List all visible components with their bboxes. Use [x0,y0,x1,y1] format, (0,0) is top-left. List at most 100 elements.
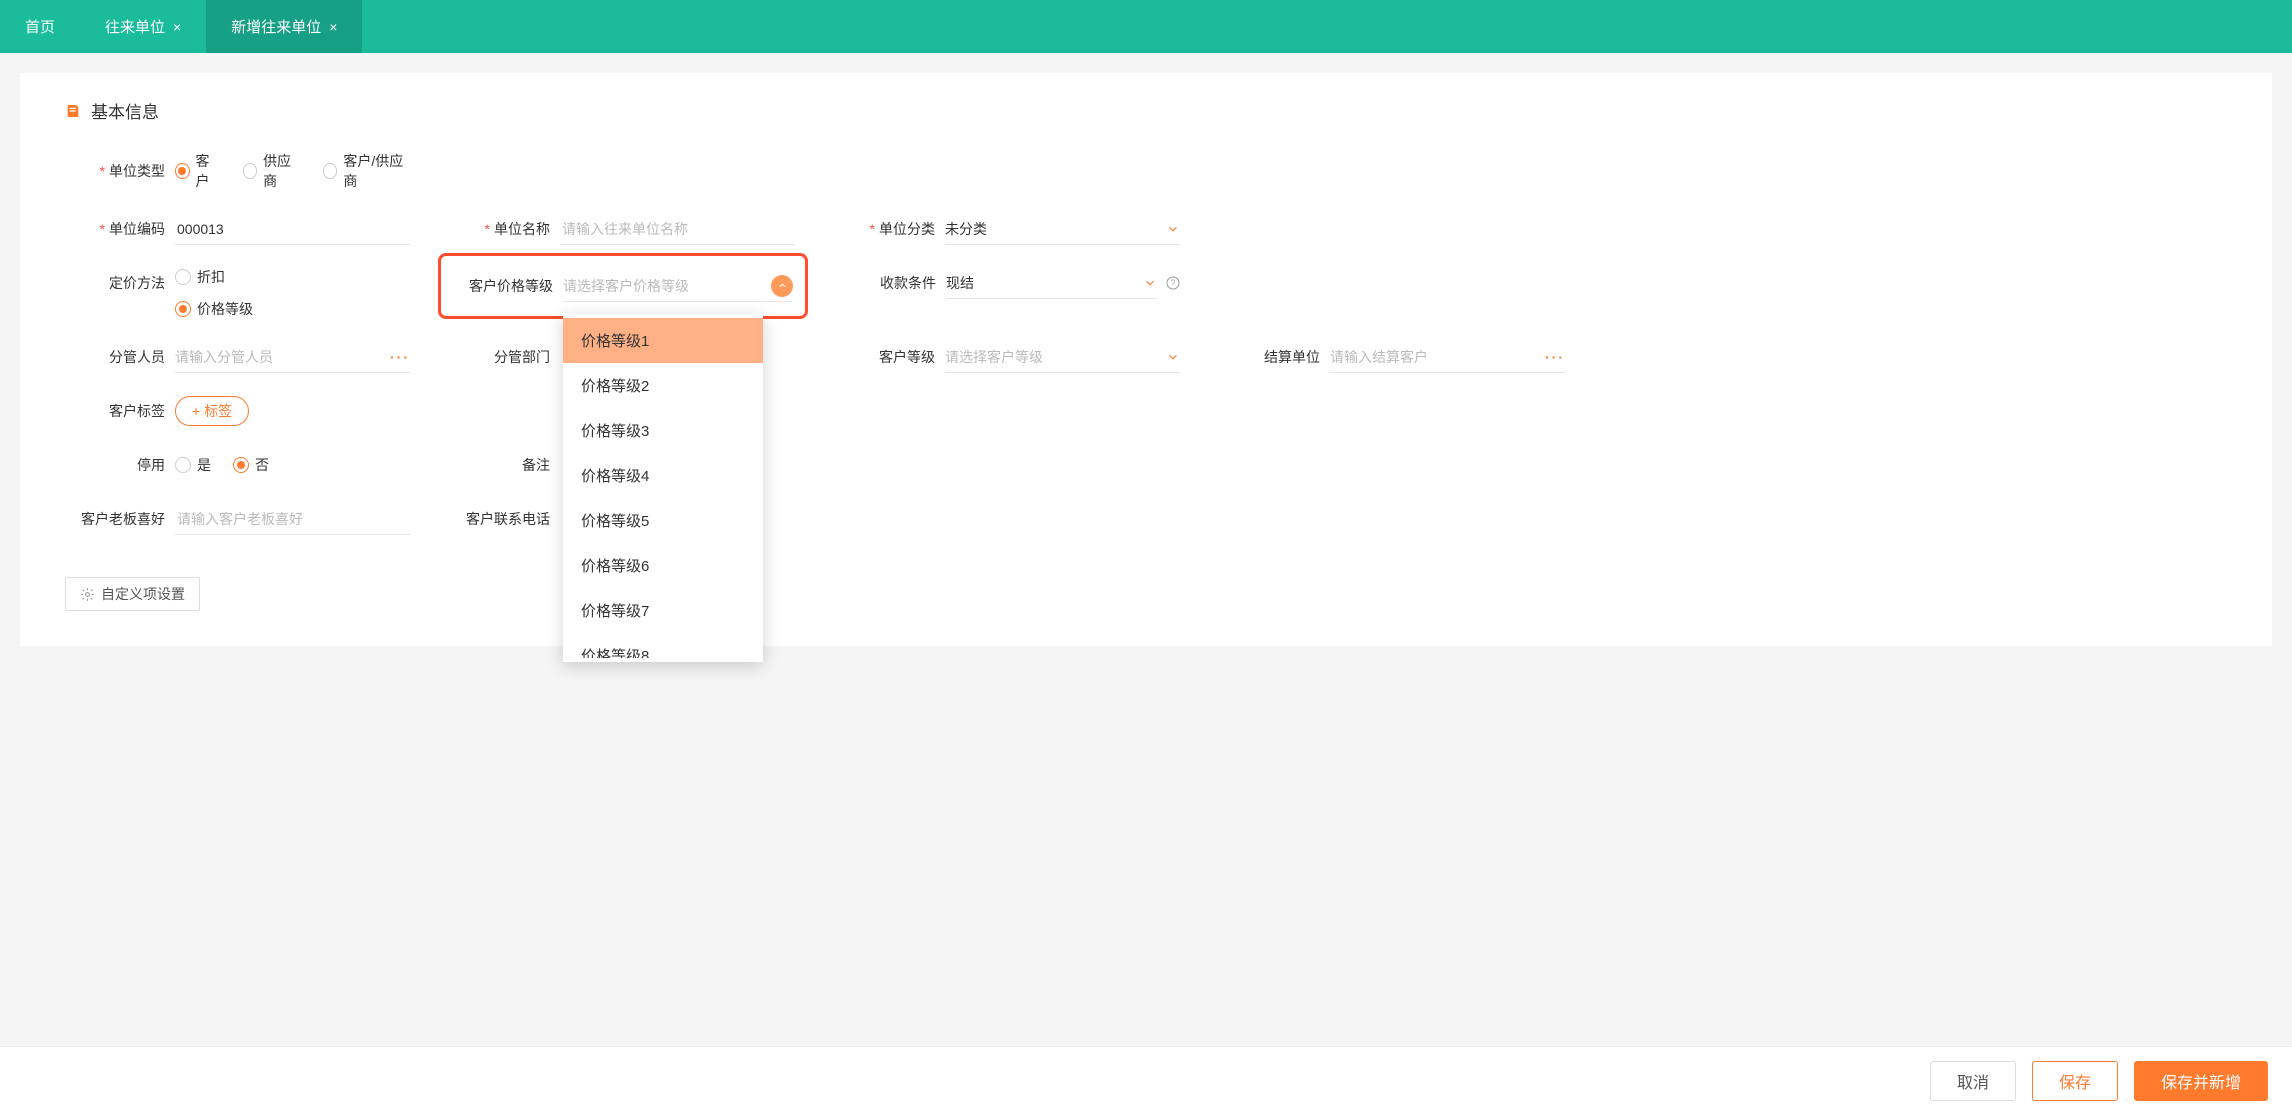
field-cust-tag: 客户标签 + 标签 [65,395,410,427]
dropdown-item[interactable]: 价格等级8 [563,633,763,658]
tab-home[interactable]: 首页 [0,0,80,53]
radio-icon [175,163,190,179]
radio-both[interactable]: 客户/供应商 [323,151,410,191]
close-icon[interactable]: × [173,19,181,35]
chevron-down-icon [1166,350,1180,364]
radio-disabled-yes[interactable]: 是 [175,455,211,475]
help-icon[interactable]: ? [1165,275,1181,291]
dropdown-item[interactable]: 价格等级2 [563,363,763,408]
cust-price-level-placeholder: 请选择客户价格等级 [563,276,689,296]
cancel-label: 取消 [1957,1069,1989,1093]
form-grid: *单位类型 客户 供应商 客户/供应商 [65,151,2227,611]
radio-customer[interactable]: 客户 [175,151,221,191]
field-staff: 分管人员 请输入分管人员 ··· [65,341,410,373]
cust-level-placeholder: 请选择客户等级 [945,347,1043,367]
field-disabled: 停用 是 否 [65,449,410,481]
field-cust-price-level-highlight: 客户价格等级 请选择客户价格等级 价格等级1 价格等级2 价格等级3 [438,253,808,319]
radio-icon [175,269,191,285]
field-settle-unit: 结算单位 请输入结算客户 ··· [1220,341,1565,373]
radio-no-label: 否 [255,455,269,475]
footer-bar: 取消 保存 保存并新增 [0,1046,2292,1114]
label-cust-phone: 客户联系电话 [466,511,550,527]
dropdown-item[interactable]: 价格等级6 [563,543,763,588]
save-new-label: 保存并新增 [2161,1069,2241,1093]
field-unit-code: *单位编码 [65,213,410,245]
radio-icon [175,301,191,317]
dropdown-item[interactable]: 价格等级3 [563,408,763,453]
settle-unit-placeholder: 请输入结算客户 [1330,347,1428,367]
tab-bar: 首页 往来单位 × 新增往来单位 × [0,0,2292,53]
gear-icon [80,587,95,602]
radio-icon [243,163,258,179]
field-unit-name: *单位名称 [450,213,795,245]
field-unit-type: *单位类型 客户 供应商 客户/供应商 [65,151,410,191]
field-boss-pref: 客户老板喜好 [65,503,410,535]
dropdown-item[interactable]: 价格等级5 [563,498,763,543]
dropdown-item[interactable]: 价格等级7 [563,588,763,633]
field-unit-category: *单位分类 未分类 [835,213,1180,245]
radio-yes-label: 是 [197,455,211,475]
cust-level-select[interactable]: 请选择客户等级 [945,341,1180,373]
label-staff: 分管人员 [109,349,165,365]
cust-price-level-select[interactable]: 请选择客户价格等级 [563,270,793,302]
custom-fields-button[interactable]: 自定义项设置 [65,577,200,611]
save-button[interactable]: 保存 [2032,1061,2118,1101]
radio-both-label: 客户/供应商 [343,151,410,191]
radio-icon [175,457,191,473]
radio-price-level[interactable]: 价格等级 [175,299,253,319]
radio-supplier[interactable]: 供应商 [243,151,301,191]
radio-discount[interactable]: 折扣 [175,267,225,287]
label-cust-tag: 客户标签 [109,403,165,419]
field-pricing-method: 定价方法 折扣 价格等级 [65,267,410,319]
tab-add-contact[interactable]: 新增往来单位 × [206,0,362,53]
staff-placeholder: 请输入分管人员 [175,347,273,367]
radio-price-level-label: 价格等级 [197,299,253,319]
unit-code-input[interactable] [175,213,410,245]
custom-fields-label: 自定义项设置 [101,584,185,604]
unit-category-select[interactable]: 未分类 [945,213,1180,245]
radio-icon [233,457,249,473]
staff-input[interactable]: 请输入分管人员 ··· [175,341,410,373]
label-cust-level: 客户等级 [879,349,935,365]
boss-pref-input[interactable] [175,503,410,535]
dropdown-item[interactable]: 价格等级4 [563,453,763,498]
note-icon [65,103,81,119]
field-cust-level: 客户等级 请选择客户等级 [835,341,1180,373]
label-pricing-method: 定价方法 [109,275,165,291]
add-tag-button[interactable]: + 标签 [175,396,249,426]
tab-contacts[interactable]: 往来单位 × [80,0,206,53]
pay-condition-select[interactable]: 现结 [946,267,1157,299]
label-unit-code: 单位编码 [109,221,165,237]
label-pay-condition: 收款条件 [880,275,936,291]
svg-text:?: ? [1171,279,1176,288]
section-title-text: 基本信息 [91,98,159,123]
settle-unit-input[interactable]: 请输入结算客户 ··· [1330,341,1565,373]
label-unit-name: 单位名称 [494,221,550,237]
add-tag-label: 标签 [204,401,232,421]
radio-customer-label: 客户 [196,151,221,191]
ellipsis-icon[interactable]: ··· [390,349,410,365]
cancel-button[interactable]: 取消 [1930,1061,2016,1101]
pay-condition-value: 现结 [946,273,974,293]
unit-name-input[interactable] [560,213,795,245]
tab-add-contact-label: 新增往来单位 [231,16,321,37]
tab-contacts-label: 往来单位 [105,16,165,37]
label-unit-category: 单位分类 [879,221,935,237]
chevron-down-icon [1143,276,1157,290]
label-dept: 分管部门 [494,349,550,365]
dropdown-item[interactable]: 价格等级1 [563,318,763,363]
close-icon[interactable]: × [329,19,337,35]
label-unit-type: 单位类型 [109,163,165,179]
tab-home-label: 首页 [25,16,55,37]
unit-category-value: 未分类 [945,219,987,239]
ellipsis-icon[interactable]: ··· [1545,349,1565,365]
save-label: 保存 [2059,1069,2091,1093]
label-cust-price-level: 客户价格等级 [469,278,553,294]
price-level-dropdown: 价格等级1 价格等级2 价格等级3 价格等级4 价格等级5 价格等级6 价格等级… [563,314,763,662]
chevron-down-icon [1166,222,1180,236]
label-boss-pref: 客户老板喜好 [81,511,165,527]
form-card: 基本信息 *单位类型 客户 供应商 [20,73,2272,646]
save-and-new-button[interactable]: 保存并新增 [2134,1061,2268,1101]
radio-discount-label: 折扣 [197,267,225,287]
radio-disabled-no[interactable]: 否 [233,455,269,475]
